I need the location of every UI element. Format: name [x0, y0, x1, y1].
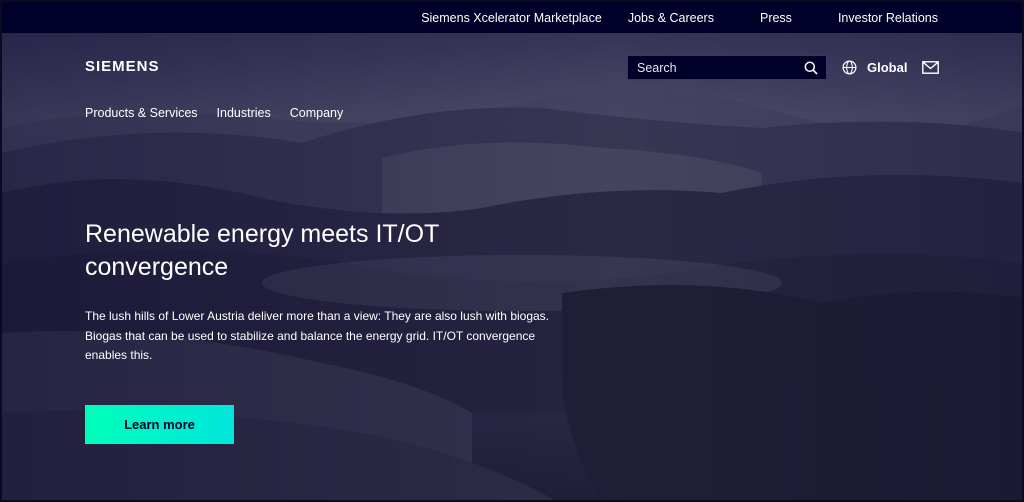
topbar-link-marketplace[interactable]: Siemens Xcelerator Marketplace [421, 11, 602, 25]
topbar-link-press[interactable]: Press [760, 11, 792, 25]
page-frame: Siemens Xcelerator Marketplace Jobs & Ca… [0, 0, 1024, 502]
hero-section: SIEMENS Global Products & Services Indus… [2, 33, 1022, 500]
search-input[interactable] [637, 60, 804, 75]
siemens-logo[interactable]: SIEMENS [85, 58, 160, 75]
nav-item-products-services[interactable]: Products & Services [85, 106, 198, 120]
topbar-link-jobs[interactable]: Jobs & Careers [628, 11, 714, 25]
nav-item-company[interactable]: Company [290, 106, 344, 120]
search-box[interactable] [627, 55, 827, 80]
hero-description: The lush hills of Lower Austria deliver … [85, 309, 550, 362]
main-navigation: Products & Services Industries Company [85, 106, 362, 120]
learn-more-button[interactable]: Learn more [85, 405, 234, 444]
region-label: Global [867, 60, 908, 75]
topbar-link-investor[interactable]: Investor Relations [838, 11, 938, 25]
nav-item-industries[interactable]: Industries [217, 106, 271, 120]
hero-headline: Renewable energy meets IT/OT convergence [85, 220, 439, 281]
region-selector[interactable]: Global [842, 60, 907, 75]
utility-bar: Siemens Xcelerator Marketplace Jobs & Ca… [2, 2, 1022, 33]
globe-icon [842, 60, 857, 75]
mail-icon[interactable] [922, 61, 939, 74]
search-icon[interactable] [804, 61, 818, 75]
